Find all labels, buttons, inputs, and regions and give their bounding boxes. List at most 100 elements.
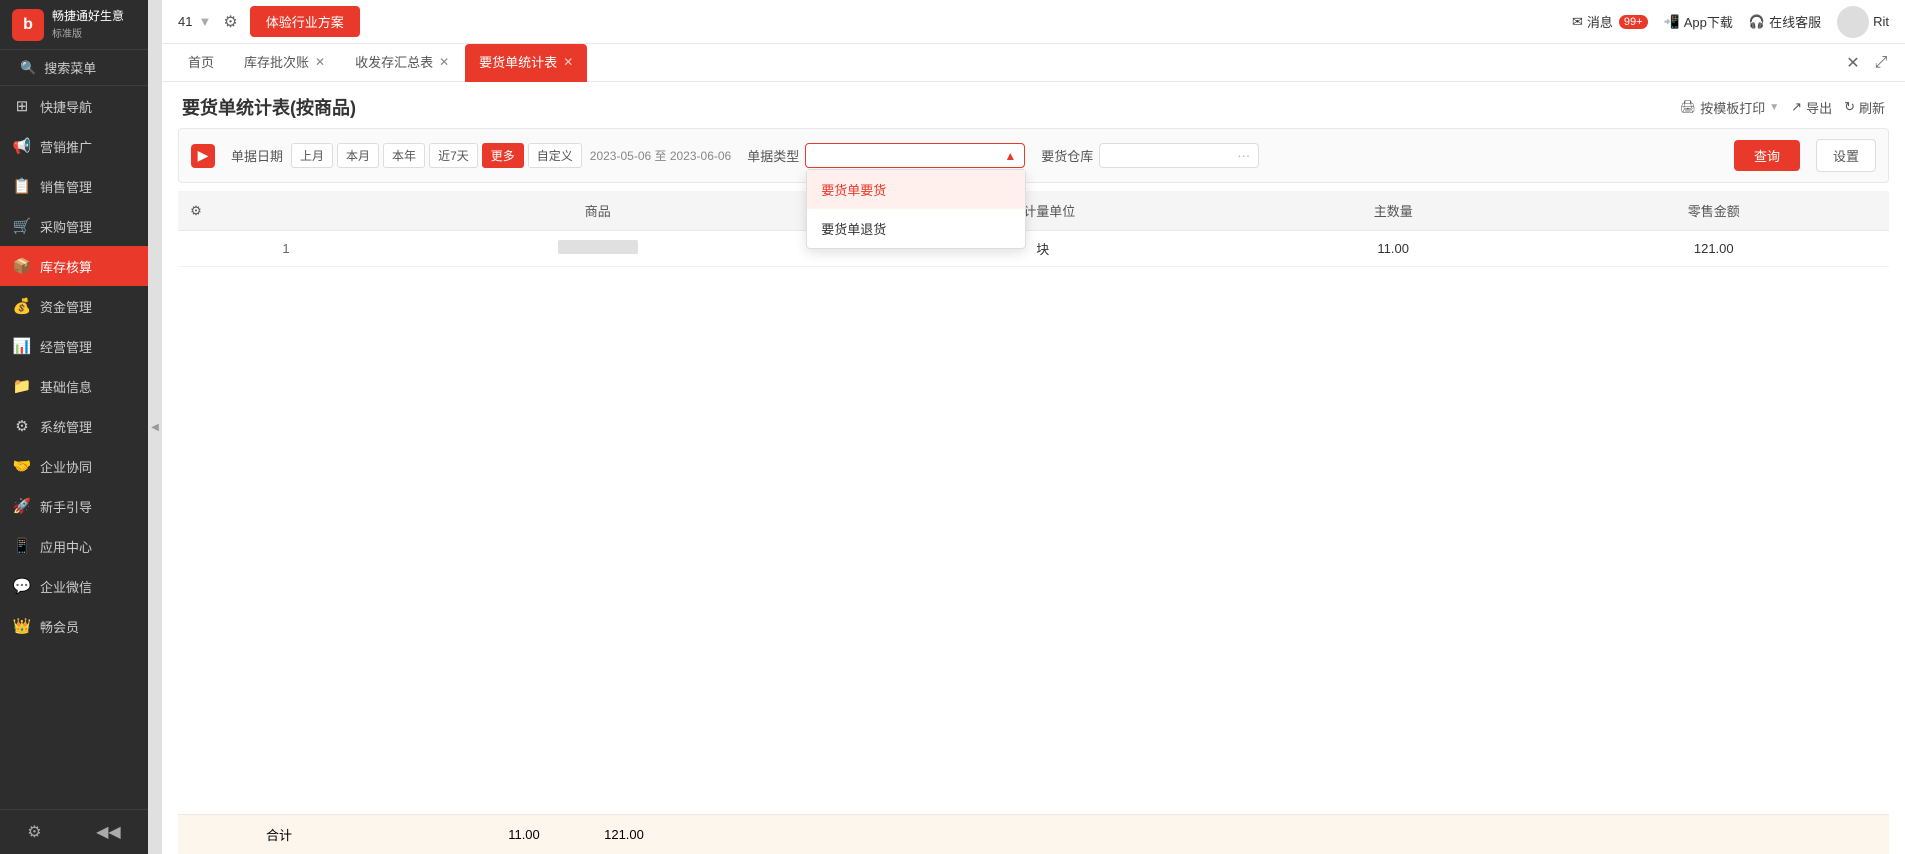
sidebar-settings-button[interactable]: ⚙ [19, 818, 49, 846]
footer-amount: 121.00 [604, 827, 644, 842]
tab-home-label: 首页 [188, 52, 214, 71]
topbar-left: 41 ▼ ⚙ 体验行业方案 [178, 6, 360, 37]
refresh-button[interactable]: ↻ 刷新 [1844, 98, 1885, 117]
col-header-amount: 零售金额 [1538, 191, 1889, 231]
sidebar-search[interactable]: 🔍 搜索菜单 [0, 50, 148, 86]
dropdown-option-requisition-order[interactable]: 要货单要货 [807, 170, 1025, 209]
finance-icon: 💰 [12, 296, 32, 316]
company-selector[interactable]: 41 ▼ [178, 14, 211, 29]
sidebar-item-appcenter[interactable]: 📱 应用中心 [0, 526, 148, 566]
sidebar-bottom: ⚙ ◀◀ [0, 809, 148, 854]
col-header-index [214, 191, 358, 231]
logo-text: 畅捷通好生意 [52, 9, 124, 25]
query-button[interactable]: 查询 [1734, 140, 1800, 171]
user-name: Rit [1873, 14, 1889, 29]
col-header-product: 商品 [358, 191, 838, 231]
tab-close-all-button[interactable]: ✕ [1841, 51, 1865, 75]
search-icon: 🔍 [20, 60, 36, 76]
main-area: 41 ▼ ⚙ 体验行业方案 ✉ 消息 99+ 📲 App下载 🎧 在线客服 R [162, 0, 1905, 854]
print-template-button[interactable]: 🖨 按模板打印 ▼ [1680, 98, 1779, 117]
online-service-button[interactable]: 🎧 在线客服 [1749, 12, 1821, 31]
user-avatar-button[interactable]: Rit [1837, 6, 1889, 38]
sidebar-item-enterprise[interactable]: 🤝 企业协同 [0, 446, 148, 486]
marketing-icon: 📢 [12, 136, 32, 156]
member-icon: 👑 [12, 616, 32, 636]
this-year-button[interactable]: 本年 [383, 143, 425, 168]
avatar [1837, 6, 1869, 38]
warehouse-select[interactable]: ··· [1099, 143, 1259, 168]
sidebar-item-system[interactable]: ⚙ 系统管理 [0, 406, 148, 446]
prev-month-button[interactable]: 上月 [291, 143, 333, 168]
page-content: 要货单统计表(按商品) 🖨 按模板打印 ▼ ↗ 导出 ↻ 刷新 ▶ [162, 82, 1905, 854]
sidebar-item-label: 采购管理 [40, 217, 92, 236]
sidebar-logo: b 畅捷通好生意 标准版 [0, 0, 148, 50]
quick-nav-icon: ⊞ [12, 96, 32, 116]
system-icon: ⚙ [12, 416, 32, 436]
filter-settings-button[interactable]: 设置 [1816, 139, 1876, 172]
export-button[interactable]: ↗ 导出 [1791, 98, 1832, 117]
sidebar: b 畅捷通好生意 标准版 🔍 搜索菜单 ⊞ 快捷导航 📢 营销推广 📋 销售管理… [0, 0, 148, 854]
sidebar-item-guide[interactable]: 🚀 新手引导 [0, 486, 148, 526]
sidebar-collapse-handle[interactable]: ◀ [148, 0, 162, 854]
last-7-days-button[interactable]: 近7天 [429, 143, 478, 168]
sidebar-item-label: 系统管理 [40, 417, 92, 436]
sidebar-collapse-button[interactable]: ◀◀ [88, 818, 129, 846]
doc-type-select[interactable]: ▲ 要货单要货 要货单退货 [805, 143, 1025, 168]
sidebar-item-member[interactable]: 👑 畅会员 [0, 606, 148, 646]
this-month-button[interactable]: 本月 [337, 143, 379, 168]
tab-receive-summary-close[interactable]: ✕ [439, 55, 449, 69]
more-dates-button[interactable]: 更多 [482, 143, 524, 168]
table-header-row: ⚙ 商品 主计量单位 主数量 零售金额 [178, 191, 1889, 231]
tab-requisition-summary[interactable]: 要货单统计表 ✕ [465, 44, 587, 82]
sidebar-item-label: 企业微信 [40, 577, 92, 596]
sidebar-item-label: 快捷导航 [40, 97, 92, 116]
sidebar-item-inventory[interactable]: 📦 库存核算 [0, 246, 148, 286]
custom-date-button[interactable]: 自定义 [528, 143, 582, 168]
filter-expand-button[interactable]: ▶ [191, 144, 215, 168]
warehouse-label: 要货仓库 [1041, 146, 1093, 165]
basic-icon: 📁 [12, 376, 32, 396]
col-header-quantity: 主数量 [1248, 191, 1539, 231]
sidebar-item-wechat[interactable]: 💬 企业微信 [0, 566, 148, 606]
footer-quantity: 11.00 [508, 827, 540, 842]
logo-sub: 标准版 [52, 25, 124, 40]
sidebar-item-finance[interactable]: 💰 资金管理 [0, 286, 148, 326]
sidebar-item-basic[interactable]: 📁 基础信息 [0, 366, 148, 406]
tab-requisition-summary-close[interactable]: ✕ [563, 55, 573, 69]
col-header-settings[interactable]: ⚙ [178, 191, 214, 231]
sidebar-nav: ⊞ 快捷导航 📢 营销推广 📋 销售管理 🛒 采购管理 📦 库存核算 💰 资金管… [0, 86, 148, 809]
sidebar-item-quick-nav[interactable]: ⊞ 快捷导航 [0, 86, 148, 126]
sidebar-item-marketing[interactable]: 📢 营销推广 [0, 126, 148, 166]
industry-solution-button[interactable]: 体验行业方案 [250, 6, 360, 37]
tab-home[interactable]: 首页 [174, 44, 228, 82]
sidebar-item-label: 资金管理 [40, 297, 92, 316]
data-table-wrap: ⚙ 商品 主计量单位 主数量 零售金额 1 [178, 191, 1889, 814]
dropdown-option-requisition-return[interactable]: 要货单退货 [807, 209, 1025, 248]
logo-icon: b [12, 9, 44, 41]
sidebar-item-purchase[interactable]: 🛒 采购管理 [0, 206, 148, 246]
operations-icon: 📊 [12, 336, 32, 356]
sidebar-item-label: 应用中心 [40, 537, 92, 556]
appcenter-icon: 📱 [12, 536, 32, 556]
tab-receive-summary[interactable]: 收发存汇总表 ✕ [341, 44, 463, 82]
doc-type-arrow-icon: ▲ [1004, 149, 1016, 163]
topbar-right: ✉ 消息 99+ 📲 App下载 🎧 在线客服 Rit [1572, 6, 1889, 38]
date-range-display: 2023-05-06 至 2023-06-06 [590, 147, 731, 164]
table-footer: 合计 11.00 121.00 [178, 814, 1889, 854]
doc-type-value [814, 148, 818, 163]
warehouse-filter-group: 要货仓库 ··· [1041, 143, 1259, 168]
messages-button[interactable]: ✉ 消息 99+ [1572, 12, 1648, 31]
sidebar-item-sales[interactable]: 📋 销售管理 [0, 166, 148, 206]
purchase-icon: 🛒 [12, 216, 32, 236]
messages-badge: 99+ [1619, 15, 1648, 29]
sidebar-item-label: 企业协同 [40, 457, 92, 476]
app-download-button[interactable]: 📲 App下载 [1664, 12, 1733, 31]
messages-label: 消息 [1587, 12, 1613, 31]
sidebar-item-operations[interactable]: 📊 经营管理 [0, 326, 148, 366]
tab-inventory-batch-close[interactable]: ✕ [315, 55, 325, 69]
tab-inventory-batch[interactable]: 库存批次账 ✕ [230, 44, 339, 82]
tab-maximize-button[interactable]: ⤢ [1869, 51, 1893, 75]
wechat-icon: 💬 [12, 576, 32, 596]
company-value: 41 [178, 14, 192, 29]
topbar-gear-button[interactable]: ⚙ [223, 12, 237, 32]
